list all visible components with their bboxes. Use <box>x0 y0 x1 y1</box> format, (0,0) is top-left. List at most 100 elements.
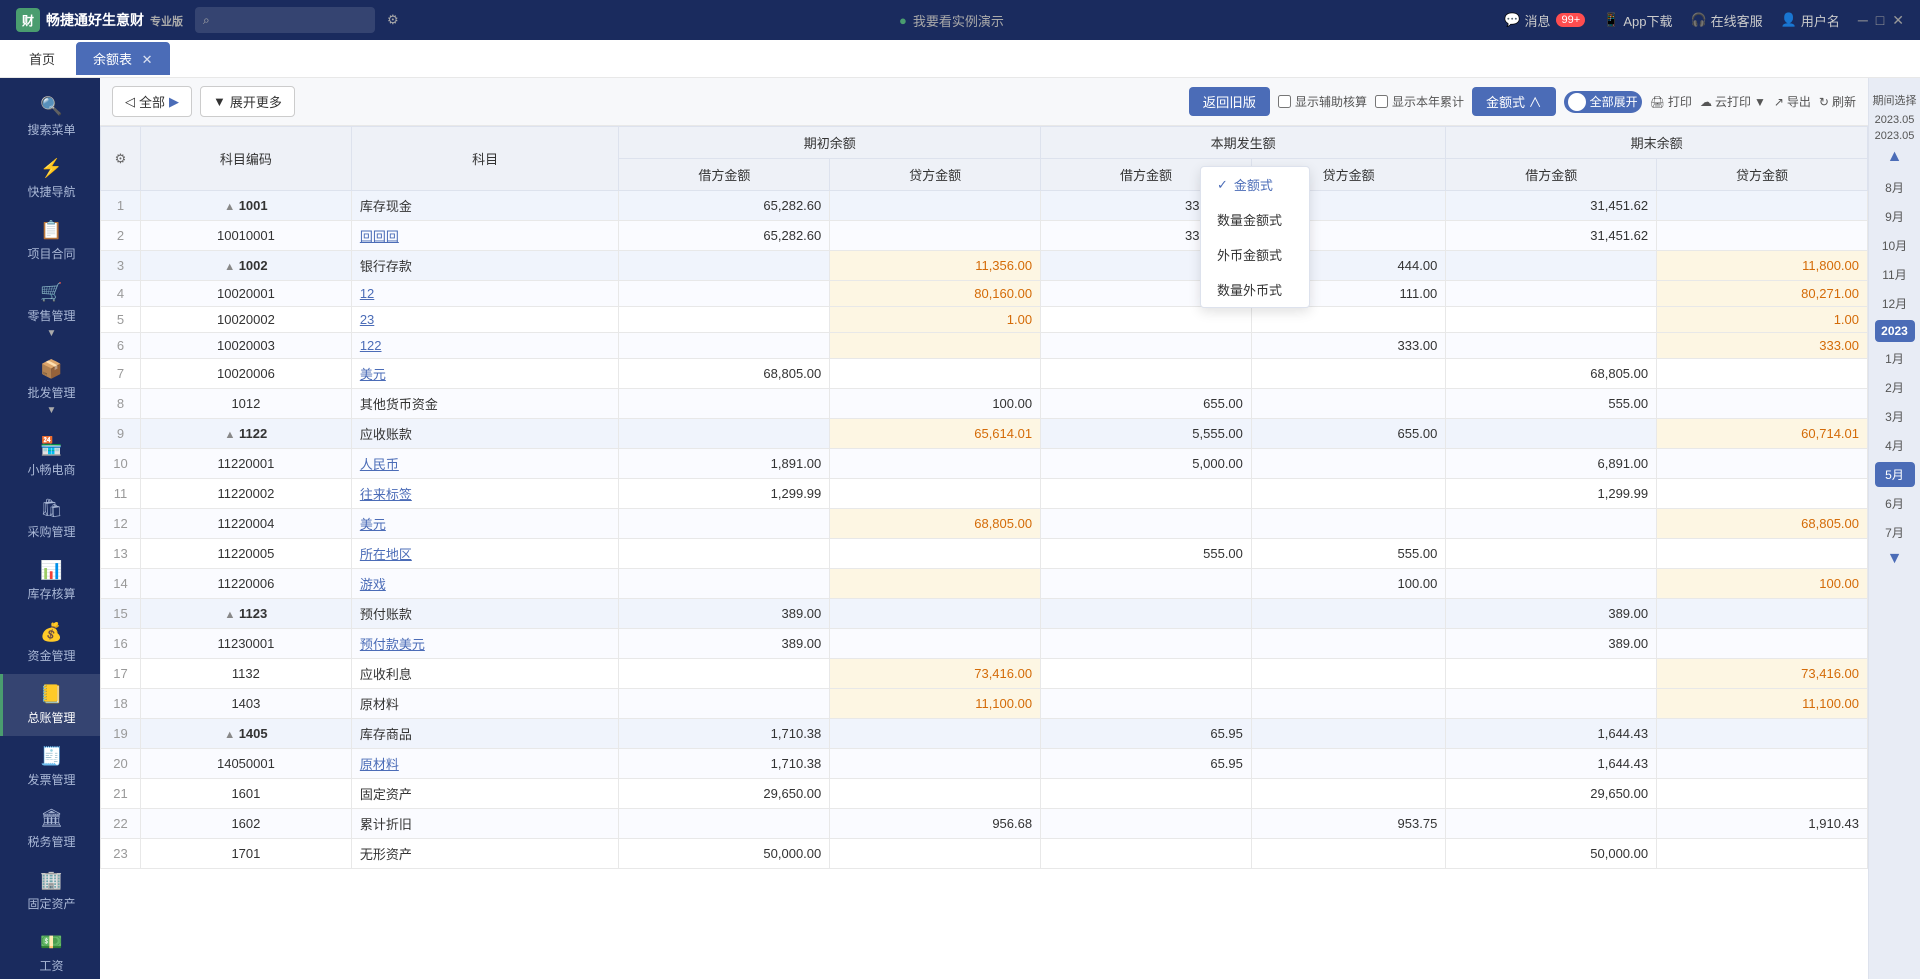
pe-credit: 73,416.00 <box>1657 659 1868 689</box>
year-2023[interactable]: 2023 <box>1875 320 1915 342</box>
show-auxiliary-checkbox[interactable]: 显示辅助核算 <box>1278 93 1367 110</box>
dropdown-item-foreign-jine[interactable]: 外币金额式 <box>1201 237 1309 272</box>
cd-debit: 5,000.00 <box>1041 449 1252 479</box>
tab-home[interactable]: 首页 <box>12 42 72 75</box>
account-name-link[interactable]: 美元 <box>360 517 386 532</box>
account-name-link[interactable]: 原材料 <box>360 757 399 772</box>
sidebar-item-wholesale[interactable]: 📦 批发管理 ▼ <box>0 349 100 426</box>
online-support-nav[interactable]: 🎧 在线客服 <box>1690 11 1762 30</box>
nav-down[interactable]: ▼ <box>1887 546 1903 572</box>
cloud-print-button[interactable]: ☁ 云打印 ▼ <box>1700 93 1766 110</box>
table-row: 20 14050001 原材料 1,710.38 65.95 1,644.43 <box>101 749 1868 779</box>
row-name[interactable]: 游戏 <box>351 569 619 599</box>
account-name-link[interactable]: 往来标签 <box>360 487 412 502</box>
account-name-link[interactable]: 回回回 <box>360 229 399 244</box>
maximize-button[interactable]: □ <box>1876 12 1884 28</box>
row-name[interactable]: 所在地区 <box>351 539 619 569</box>
dropdown-item-quantity-jine[interactable]: 数量金额式 <box>1201 202 1309 237</box>
month-7[interactable]: 7月 <box>1875 520 1915 545</box>
sidebar-item-search[interactable]: 🔍 搜索菜单 <box>0 86 100 148</box>
account-name-link[interactable]: 游戏 <box>360 577 386 592</box>
month-4[interactable]: 4月 <box>1875 433 1915 458</box>
show-ytd-checkbox[interactable]: 显示本年累计 <box>1375 93 1464 110</box>
return-old-button[interactable]: 返回旧版 <box>1189 87 1270 116</box>
row-name[interactable]: 回回回 <box>351 221 619 251</box>
search-breadcrumb[interactable]: ⌕ <box>195 7 375 33</box>
month-12[interactable]: 12月 <box>1875 291 1915 316</box>
app-download-nav[interactable]: 📱 App下载 <box>1603 11 1672 30</box>
user-avatar[interactable]: 👤 用户名 <box>1781 11 1840 30</box>
table-row: 19 ▲ 1405 库存商品 1,710.38 65.95 1,644.43 <box>101 719 1868 749</box>
month-8[interactable]: 8月 <box>1875 175 1915 200</box>
pe-debit: 31,451.62 <box>1446 221 1657 251</box>
account-name-link[interactable]: 预付款美元 <box>360 637 425 652</box>
refresh-button[interactable]: ↻ 刷新 <box>1819 93 1856 110</box>
month-10[interactable]: 10月 <box>1875 233 1915 258</box>
row-name[interactable]: 23 <box>351 307 619 333</box>
sidebar-item-fixed-assets[interactable]: 🏢 固定资产 <box>0 860 100 922</box>
account-name-link[interactable]: 美元 <box>360 367 386 382</box>
cd-credit: 655.00 <box>1251 419 1445 449</box>
month-3[interactable]: 3月 <box>1875 404 1915 429</box>
account-name-link[interactable]: 23 <box>360 312 374 327</box>
close-button[interactable]: ✕ <box>1892 12 1904 29</box>
sidebar-item-project[interactable]: 📋 项目合同 <box>0 210 100 272</box>
sidebar-item-tax[interactable]: 🏛 税务管理 <box>0 798 100 860</box>
account-name-link[interactable]: 所在地区 <box>360 547 412 562</box>
retail-icon: 🛒 <box>40 282 62 303</box>
sidebar-item-retail[interactable]: 🛒 零售管理 ▼ <box>0 272 100 349</box>
settings-col-header[interactable]: ⚙ <box>101 127 141 191</box>
sidebar-item-inventory[interactable]: 📊 库存核算 <box>0 550 100 612</box>
nav-up[interactable]: ▲ <box>1887 144 1903 170</box>
period-end-col-header: 期末余额 <box>1446 127 1868 159</box>
amount-style-button[interactable]: 金额式 ∧ <box>1472 87 1556 116</box>
row-name[interactable]: 美元 <box>351 359 619 389</box>
month-5[interactable]: 5月 <box>1875 462 1915 487</box>
dropdown-item-quantity-foreign[interactable]: 数量外币式 <box>1201 272 1309 307</box>
month-1[interactable]: 1月 <box>1875 346 1915 371</box>
table-row: 10 11220001 人民币 1,891.00 5,000.00 6,891.… <box>101 449 1868 479</box>
dropdown-item-jine[interactable]: ✓ 金额式 <box>1201 167 1309 202</box>
auxiliary-checkbox-input[interactable] <box>1278 95 1291 108</box>
retail-expand-icon: ▼ <box>47 328 57 339</box>
settings-icon-top[interactable]: ⚙ <box>387 12 399 28</box>
month-9[interactable]: 9月 <box>1875 204 1915 229</box>
table-row: 12 11220004 美元 68,805.00 68,805.00 <box>101 509 1868 539</box>
sidebar-item-ledger[interactable]: 📒 总账管理 <box>0 674 100 736</box>
row-name[interactable]: 原材料 <box>351 749 619 779</box>
print-button[interactable]: 🖨 打印 <box>1650 93 1692 110</box>
row-name[interactable]: 预付款美元 <box>351 629 619 659</box>
sidebar-item-funds[interactable]: 💰 资金管理 <box>0 612 100 674</box>
sidebar-item-salary[interactable]: 💵 工资 <box>0 922 100 979</box>
row-name[interactable]: 122 <box>351 333 619 359</box>
row-name[interactable]: 人民币 <box>351 449 619 479</box>
account-name-link[interactable]: 12 <box>360 286 374 301</box>
month-11[interactable]: 11月 <box>1875 262 1915 287</box>
demo-button[interactable]: ● 我要看实例演示 <box>899 11 1004 30</box>
account-name-link[interactable]: 人民币 <box>360 457 399 472</box>
sidebar-item-ecommerce[interactable]: 🏪 小畅电商 <box>0 426 100 488</box>
tab-balance[interactable]: 余额表 ✕ <box>76 42 170 75</box>
pe-credit <box>1657 389 1868 419</box>
all-filter-button[interactable]: ◁ 全部 ▶ <box>112 86 192 117</box>
export-button[interactable]: ↗ 导出 <box>1774 93 1811 110</box>
row-name[interactable]: 美元 <box>351 509 619 539</box>
month-6[interactable]: 6月 <box>1875 491 1915 516</box>
cd-credit <box>1251 719 1445 749</box>
sidebar-item-quicknav[interactable]: ⚡ 快捷导航 <box>0 148 100 210</box>
sidebar-item-invoice[interactable]: 🧾 发票管理 <box>0 736 100 798</box>
ytd-checkbox-input[interactable] <box>1375 95 1388 108</box>
cd-credit <box>1251 839 1445 869</box>
row-name[interactable]: 往来标签 <box>351 479 619 509</box>
tab-close-icon[interactable]: ✕ <box>142 52 153 67</box>
account-name-link[interactable]: 122 <box>360 338 382 353</box>
minimize-button[interactable]: ─ <box>1858 12 1868 28</box>
month-2[interactable]: 2月 <box>1875 375 1915 400</box>
sidebar-item-purchase[interactable]: 🛍 采购管理 <box>0 488 100 550</box>
row-name[interactable]: 12 <box>351 281 619 307</box>
ledger-table-wrapper[interactable]: ⚙ 科目编码 科目 期初余额 本期发生额 期末余额 借方金额 贷方金额 借方金额 <box>100 126 1868 979</box>
all-expand-toggle[interactable]: 全部展开 <box>1564 91 1642 113</box>
messages-nav[interactable]: 💬 消息 99+ <box>1504 11 1585 30</box>
table-settings-icon[interactable]: ⚙ <box>115 151 127 166</box>
expand-more-button[interactable]: ▼ 展开更多 <box>200 86 295 117</box>
